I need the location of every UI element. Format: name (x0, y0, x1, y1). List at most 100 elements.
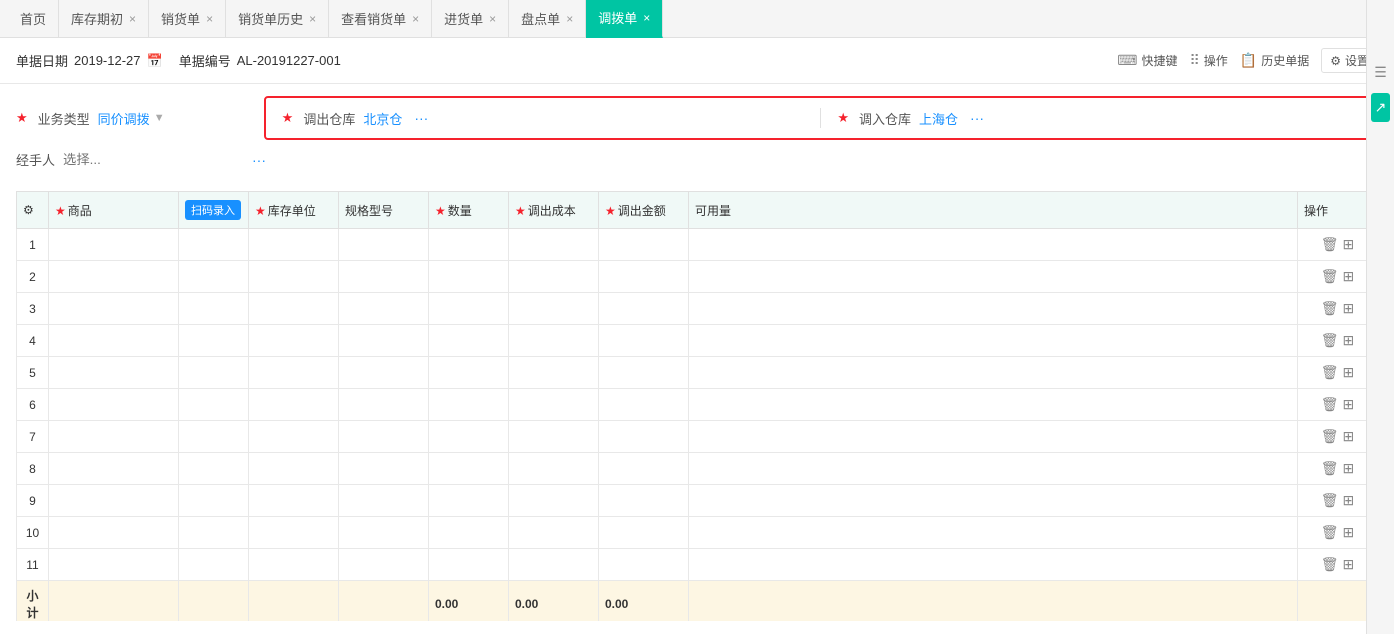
cost-cell[interactable] (509, 421, 599, 453)
amount-cell[interactable] (599, 229, 689, 261)
tab-inventory-init[interactable]: 库存期初 × (59, 0, 149, 38)
unit-cell[interactable] (249, 453, 339, 485)
product-cell[interactable] (49, 357, 179, 389)
handler-input[interactable] (63, 152, 240, 167)
qty-cell[interactable] (429, 229, 509, 261)
copy-icon[interactable]: ⊞ (1343, 300, 1355, 317)
close-sales-history[interactable]: × (309, 12, 316, 26)
unit-cell[interactable] (249, 325, 339, 357)
close-sales-order[interactable]: × (206, 12, 213, 26)
in-warehouse-more[interactable]: ··· (970, 110, 984, 126)
copy-icon[interactable]: ⊞ (1343, 556, 1355, 573)
qty-cell[interactable] (429, 453, 509, 485)
unit-cell[interactable] (249, 261, 339, 293)
unit-cell[interactable] (249, 389, 339, 421)
close-stocktake[interactable]: × (566, 12, 573, 26)
delete-icon[interactable]: 🗑 (1321, 492, 1339, 509)
product-cell[interactable] (49, 421, 179, 453)
close-transfer[interactable]: × (643, 11, 650, 25)
amount-cell[interactable] (599, 517, 689, 549)
unit-cell[interactable] (249, 549, 339, 581)
col-settings-header[interactable]: ⚙ (17, 192, 49, 229)
cost-cell[interactable] (509, 325, 599, 357)
unit-cell[interactable] (249, 485, 339, 517)
close-inventory-init[interactable]: × (129, 12, 136, 26)
qty-cell[interactable] (429, 517, 509, 549)
unit-cell[interactable] (249, 293, 339, 325)
cost-cell[interactable] (509, 517, 599, 549)
cost-cell[interactable] (509, 549, 599, 581)
cost-cell[interactable] (509, 261, 599, 293)
history-action[interactable]: 📋 历史单据 (1240, 52, 1309, 69)
delete-icon[interactable]: 🗑 (1321, 428, 1339, 445)
amount-cell[interactable] (599, 389, 689, 421)
qty-cell[interactable] (429, 549, 509, 581)
qty-cell[interactable] (429, 293, 509, 325)
spec-cell[interactable] (339, 357, 429, 389)
tab-sales-history[interactable]: 销货单历史 × (226, 0, 329, 38)
unit-cell[interactable] (249, 517, 339, 549)
copy-icon[interactable]: ⊞ (1343, 396, 1355, 413)
copy-icon[interactable]: ⊞ (1343, 492, 1355, 509)
tab-purchase-order[interactable]: 进货单 × (432, 0, 509, 38)
close-purchase-order[interactable]: × (489, 12, 496, 26)
product-cell[interactable] (49, 261, 179, 293)
handler-more[interactable]: ··· (252, 152, 266, 168)
qty-cell[interactable] (429, 325, 509, 357)
biz-type-select[interactable]: 同价调拨 ▼ (98, 109, 248, 128)
qty-cell[interactable] (429, 357, 509, 389)
copy-icon[interactable]: ⊞ (1343, 332, 1355, 349)
amount-cell[interactable] (599, 261, 689, 293)
delete-icon[interactable]: 🗑 (1321, 364, 1339, 381)
spec-cell[interactable] (339, 421, 429, 453)
amount-cell[interactable] (599, 549, 689, 581)
cost-cell[interactable] (509, 389, 599, 421)
delete-icon[interactable]: 🗑 (1321, 556, 1339, 573)
qty-cell[interactable] (429, 261, 509, 293)
spec-cell[interactable] (339, 325, 429, 357)
tab-sales-order[interactable]: 销货单 × (149, 0, 226, 38)
amount-cell[interactable] (599, 293, 689, 325)
delete-icon[interactable]: 🗑 (1321, 460, 1339, 477)
cost-cell[interactable] (509, 293, 599, 325)
sidebar-export-icon[interactable]: ↗ (1371, 93, 1391, 122)
copy-icon[interactable]: ⊞ (1343, 236, 1355, 253)
unit-cell[interactable] (249, 229, 339, 261)
spec-cell[interactable] (339, 549, 429, 581)
amount-cell[interactable] (599, 357, 689, 389)
tab-transfer[interactable]: 调拨单 × (586, 0, 663, 38)
delete-icon[interactable]: 🗑 (1321, 396, 1339, 413)
cost-cell[interactable] (509, 485, 599, 517)
spec-cell[interactable] (339, 453, 429, 485)
spec-cell[interactable] (339, 389, 429, 421)
product-cell[interactable] (49, 517, 179, 549)
qty-cell[interactable] (429, 389, 509, 421)
product-cell[interactable] (49, 325, 179, 357)
cost-cell[interactable] (509, 357, 599, 389)
product-cell[interactable] (49, 229, 179, 261)
amount-cell[interactable] (599, 485, 689, 517)
tab-stocktake[interactable]: 盘点单 × (509, 0, 586, 38)
delete-icon[interactable]: 🗑 (1321, 524, 1339, 541)
copy-icon[interactable]: ⊞ (1343, 268, 1355, 285)
product-cell[interactable] (49, 389, 179, 421)
product-cell[interactable] (49, 549, 179, 581)
spec-cell[interactable] (339, 517, 429, 549)
product-cell[interactable] (49, 293, 179, 325)
cost-cell[interactable] (509, 229, 599, 261)
copy-icon[interactable]: ⊞ (1343, 364, 1355, 381)
close-view-sales[interactable]: × (412, 12, 419, 26)
copy-icon[interactable]: ⊞ (1343, 524, 1355, 541)
delete-icon[interactable]: 🗑 (1321, 236, 1339, 253)
operations-action[interactable]: ⠿ 操作 (1189, 52, 1227, 69)
amount-cell[interactable] (599, 421, 689, 453)
amount-cell[interactable] (599, 325, 689, 357)
unit-cell[interactable] (249, 357, 339, 389)
amount-cell[interactable] (599, 453, 689, 485)
unit-cell[interactable] (249, 421, 339, 453)
qty-cell[interactable] (429, 485, 509, 517)
shortcuts-action[interactable]: ⌨ 快捷键 (1117, 52, 1177, 69)
spec-cell[interactable] (339, 485, 429, 517)
cost-cell[interactable] (509, 453, 599, 485)
qty-cell[interactable] (429, 421, 509, 453)
